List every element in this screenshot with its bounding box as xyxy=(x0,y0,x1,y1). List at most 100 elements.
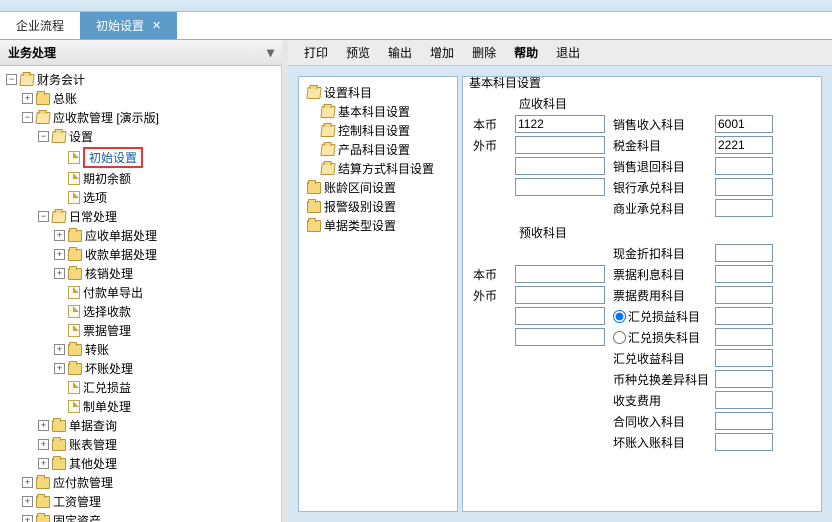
expander-icon[interactable]: + xyxy=(22,93,33,104)
tree-item-initial-setup[interactable]: 初始设置 xyxy=(83,147,143,168)
expander-icon[interactable]: − xyxy=(38,211,49,222)
folder-open-icon xyxy=(320,144,335,156)
input-prereceive-local[interactable] xyxy=(515,265,605,283)
input-contract-income[interactable] xyxy=(715,412,773,430)
expander-icon[interactable]: − xyxy=(6,74,17,85)
tree-item[interactable]: 应收款管理 [演示版] xyxy=(53,109,159,126)
page-icon xyxy=(68,151,80,164)
input-prereceive-foreign[interactable] xyxy=(515,286,605,304)
sidebar-title: 业务处理 ▾ xyxy=(0,40,282,66)
tree-item[interactable]: 单据查询 xyxy=(69,417,117,434)
tree-item[interactable]: 总账 xyxy=(53,90,77,107)
help-button[interactable]: 帮助 xyxy=(506,42,546,63)
section-receivable: 应收科目 xyxy=(473,91,775,112)
tree-item[interactable]: 票据管理 xyxy=(83,322,131,339)
folder-open-icon xyxy=(51,131,66,143)
nav-tree[interactable]: −财务会计 +总账 −应收款管理 [演示版] −设置 初始设置 期初余额 xyxy=(0,66,282,522)
expander-icon[interactable]: − xyxy=(22,112,33,123)
subject-tree[interactable]: 设置科目 基本科目设置 控制科目设置 产品科目设置 结算方式科目设置 账龄区间设… xyxy=(298,76,458,512)
input-tax[interactable] xyxy=(715,136,773,154)
tab-bar: 企业流程 初始设置 ✕ xyxy=(0,12,832,40)
tree-item[interactable]: 产品科目设置 xyxy=(338,141,410,158)
tree-item[interactable]: 基本科目设置 xyxy=(338,103,410,120)
tree-item[interactable]: 汇兑损益 xyxy=(83,379,131,396)
tree-item[interactable]: 付款单导出 xyxy=(83,284,143,301)
label-fx-gain: 汇兑收益科目 xyxy=(613,350,707,367)
expander-icon[interactable]: + xyxy=(38,458,49,469)
tree-item[interactable]: 其他处理 xyxy=(69,455,117,472)
input-income-expense[interactable] xyxy=(715,391,773,409)
add-button[interactable]: 增加 xyxy=(422,42,462,63)
label-note-fee: 票据费用科目 xyxy=(613,287,707,304)
input-fx-loss[interactable] xyxy=(715,328,773,346)
tree-item[interactable]: 日常处理 xyxy=(69,208,117,225)
input-row3-left[interactable] xyxy=(515,157,605,175)
label-local: 本币 xyxy=(473,116,507,133)
tree-item[interactable]: 固定资产 xyxy=(53,512,101,522)
expander-icon[interactable]: + xyxy=(54,249,65,260)
input-row-extra1[interactable] xyxy=(515,307,605,325)
tree-item[interactable]: 应收单据处理 xyxy=(85,227,157,244)
expander-icon[interactable]: + xyxy=(22,477,33,488)
page-icon xyxy=(68,286,80,299)
expander-icon[interactable]: + xyxy=(38,420,49,431)
expander-icon[interactable]: + xyxy=(54,268,65,279)
delete-button[interactable]: 删除 xyxy=(464,42,504,63)
input-bank-accept[interactable] xyxy=(715,178,773,196)
tree-item[interactable]: 转账 xyxy=(85,341,109,358)
expander-icon[interactable]: + xyxy=(38,439,49,450)
input-row4-left[interactable] xyxy=(515,178,605,196)
input-sales-return[interactable] xyxy=(715,157,773,175)
tree-item[interactable]: 设置科目 xyxy=(324,84,372,101)
exit-button[interactable]: 退出 xyxy=(548,42,588,63)
input-cash-discount[interactable] xyxy=(715,244,773,262)
radio-fx-gainloss[interactable] xyxy=(613,310,626,323)
input-receivable-foreign[interactable] xyxy=(515,136,605,154)
tree-item[interactable]: 坏账处理 xyxy=(85,360,133,377)
tree-item[interactable]: 结算方式科目设置 xyxy=(338,160,434,177)
label-income-expense: 收支费用 xyxy=(613,392,707,409)
tree-item[interactable]: 收款单据处理 xyxy=(85,246,157,263)
tree-item[interactable]: 报警级别设置 xyxy=(324,198,396,215)
export-button[interactable]: 输出 xyxy=(380,42,420,63)
folder-icon xyxy=(68,363,82,375)
print-button[interactable]: 打印 xyxy=(296,42,336,63)
tree-item[interactable]: 工资管理 xyxy=(53,493,101,510)
tree-item[interactable]: 制单处理 xyxy=(83,398,131,415)
tree-item[interactable]: 核销处理 xyxy=(85,265,133,282)
folder-icon xyxy=(52,420,66,432)
pin-icon[interactable]: ▾ xyxy=(267,44,274,61)
input-sales-income[interactable] xyxy=(715,115,773,133)
expander-icon[interactable]: + xyxy=(54,230,65,241)
close-icon[interactable]: ✕ xyxy=(152,19,161,32)
tree-item[interactable]: 应付款管理 xyxy=(53,474,113,491)
tree-item[interactable]: 财务会计 xyxy=(37,71,85,88)
tab-enterprise-flow[interactable]: 企业流程 xyxy=(0,12,80,39)
tree-item[interactable]: 期初余额 xyxy=(83,170,131,187)
input-note-interest[interactable] xyxy=(715,265,773,283)
input-receivable-local[interactable] xyxy=(515,115,605,133)
input-note-fee[interactable] xyxy=(715,286,773,304)
input-currency-diff[interactable] xyxy=(715,370,773,388)
expander-icon[interactable]: + xyxy=(54,344,65,355)
tree-item[interactable]: 设置 xyxy=(69,128,93,145)
tree-item[interactable]: 账龄区间设置 xyxy=(324,179,396,196)
expander-icon[interactable]: + xyxy=(22,515,33,522)
tree-item[interactable]: 选择收款 xyxy=(83,303,131,320)
preview-button[interactable]: 预览 xyxy=(338,42,378,63)
toolbar: 打印 预览 输出 增加 删除 帮助 退出 xyxy=(288,40,832,66)
input-row-extra2[interactable] xyxy=(515,328,605,346)
input-biz-accept[interactable] xyxy=(715,199,773,217)
tab-initial-setup[interactable]: 初始设置 ✕ xyxy=(80,12,177,39)
tree-item[interactable]: 控制科目设置 xyxy=(338,122,410,139)
input-fx-gain[interactable] xyxy=(715,349,773,367)
tree-item[interactable]: 选项 xyxy=(83,189,107,206)
expander-icon[interactable]: + xyxy=(54,363,65,374)
expander-icon[interactable]: + xyxy=(22,496,33,507)
expander-icon[interactable]: − xyxy=(38,131,49,142)
input-bad-debt[interactable] xyxy=(715,433,773,451)
radio-fx-loss[interactable] xyxy=(613,331,626,344)
tree-item[interactable]: 账表管理 xyxy=(69,436,117,453)
input-fx-gainloss[interactable] xyxy=(715,307,773,325)
tree-item[interactable]: 单据类型设置 xyxy=(324,217,396,234)
